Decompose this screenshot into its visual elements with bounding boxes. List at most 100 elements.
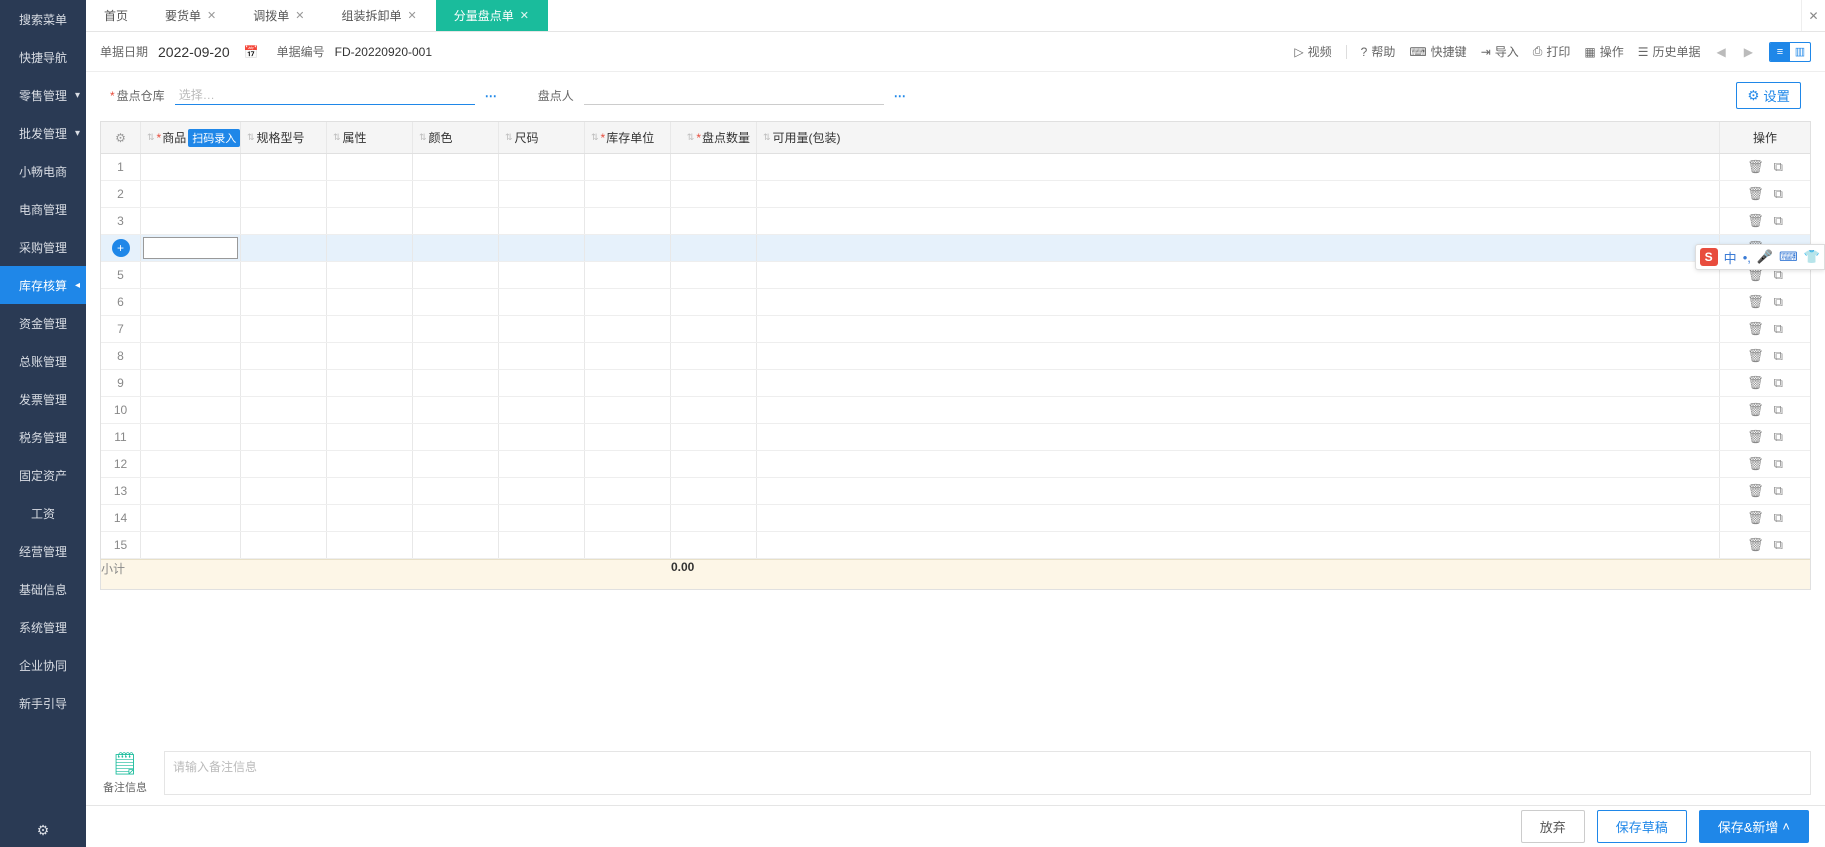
cell-c-avail[interactable]	[757, 370, 1720, 396]
ime-mic-icon[interactable]: 🎤	[1757, 249, 1773, 265]
cell-c-size[interactable]	[499, 154, 585, 180]
cell-c-unit[interactable]	[585, 343, 671, 369]
cell-c-attr[interactable]	[327, 424, 413, 450]
cell-c-spec[interactable]	[241, 235, 327, 261]
table-row[interactable]: 1🗑⧉	[101, 154, 1810, 181]
cell-c-size[interactable]	[499, 235, 585, 261]
cell-c-unit[interactable]	[585, 424, 671, 450]
cell-c-product[interactable]	[141, 208, 241, 234]
cell-c-qty[interactable]	[671, 289, 757, 315]
cell-c-qty[interactable]	[671, 343, 757, 369]
table-row[interactable]: 13🗑⧉	[101, 478, 1810, 505]
delete-row-icon[interactable]: 🗑	[1747, 159, 1764, 175]
cell-c-size[interactable]	[499, 424, 585, 450]
add-row-icon[interactable]: +	[112, 239, 130, 257]
cell-c-color[interactable]	[413, 343, 499, 369]
copy-row-icon[interactable]: ⧉	[1774, 429, 1783, 445]
cell-c-avail[interactable]	[757, 316, 1720, 342]
sidebar-item-assets[interactable]: 固定资产	[0, 456, 86, 494]
cell-c-spec[interactable]	[241, 397, 327, 423]
table-row[interactable]: 15🗑⧉	[101, 532, 1810, 559]
cell-c-unit[interactable]	[585, 289, 671, 315]
warehouse-lookup-icon[interactable]: ⋯	[485, 89, 498, 103]
cell-c-product[interactable]	[141, 289, 241, 315]
cell-c-qty[interactable]	[671, 235, 757, 261]
table-row[interactable]: 11🗑⧉	[101, 424, 1810, 451]
cell-c-qty[interactable]	[671, 451, 757, 477]
copy-row-icon[interactable]: ⧉	[1774, 510, 1783, 526]
cell-c-attr[interactable]	[327, 181, 413, 207]
cell-c-unit[interactable]	[585, 370, 671, 396]
save-draft-button[interactable]: 保存草稿	[1597, 810, 1687, 843]
cell-c-color[interactable]	[413, 235, 499, 261]
copy-row-icon[interactable]: ⧉	[1774, 294, 1783, 310]
close-icon[interactable]: ✕	[408, 9, 417, 22]
sidebar-item-retail[interactable]: 零售管理▾	[0, 76, 86, 114]
cell-c-product[interactable]	[141, 370, 241, 396]
toolbar-print[interactable]: ⎙打印	[1533, 43, 1571, 60]
cell-c-avail[interactable]	[757, 451, 1720, 477]
cell-c-unit[interactable]	[585, 181, 671, 207]
cell-c-spec[interactable]	[241, 478, 327, 504]
cell-c-spec[interactable]	[241, 154, 327, 180]
cell-c-size[interactable]	[499, 289, 585, 315]
cell-c-size[interactable]	[499, 343, 585, 369]
ime-toolbar[interactable]: S 中 •, 🎤 ⌨ 👕	[1695, 244, 1825, 270]
cell-c-qty[interactable]	[671, 532, 757, 558]
cell-c-product[interactable]	[141, 397, 241, 423]
cell-c-product[interactable]	[141, 343, 241, 369]
cell-c-spec[interactable]	[241, 208, 327, 234]
cell-c-attr[interactable]	[327, 370, 413, 396]
cell-c-color[interactable]	[413, 532, 499, 558]
sidebar-item-basicinfo[interactable]: 基础信息	[0, 570, 86, 608]
cell-c-product[interactable]	[141, 235, 241, 261]
cell-c-size[interactable]	[499, 532, 585, 558]
cell-c-color[interactable]	[413, 451, 499, 477]
ime-punct-icon[interactable]: •,	[1743, 250, 1751, 265]
delete-row-icon[interactable]: 🗑	[1747, 321, 1764, 337]
cell-c-attr[interactable]	[327, 316, 413, 342]
cell-c-color[interactable]	[413, 262, 499, 288]
table-row[interactable]: 6🗑⧉	[101, 289, 1810, 316]
cell-c-unit[interactable]	[585, 397, 671, 423]
cell-c-spec[interactable]	[241, 451, 327, 477]
sidebar-settings[interactable]: ⚙	[0, 814, 86, 847]
cell-c-avail[interactable]	[757, 208, 1720, 234]
cell-c-size[interactable]	[499, 208, 585, 234]
cell-c-avail[interactable]	[757, 532, 1720, 558]
tab-transfer[interactable]: 调拨单✕	[235, 0, 323, 31]
cell-c-qty[interactable]	[671, 478, 757, 504]
cell-c-avail[interactable]	[757, 289, 1720, 315]
table-row[interactable]: 7🗑⧉	[101, 316, 1810, 343]
toolbar-shortcut[interactable]: ⌨快捷键	[1409, 43, 1466, 60]
cell-c-attr[interactable]	[327, 289, 413, 315]
delete-row-icon[interactable]: 🗑	[1747, 348, 1764, 364]
save-new-button[interactable]: 保存&新增˄	[1699, 810, 1809, 843]
tabs-close-all[interactable]: ✕	[1801, 0, 1825, 31]
toolbar-history[interactable]: ☰历史单据	[1638, 43, 1701, 60]
cell-c-size[interactable]	[499, 505, 585, 531]
cell-c-attr[interactable]	[327, 532, 413, 558]
tab-home[interactable]: 首页	[86, 0, 147, 31]
cell-c-spec[interactable]	[241, 289, 327, 315]
sidebar-item-ledger[interactable]: 总账管理	[0, 342, 86, 380]
table-row[interactable]: 8🗑⧉	[101, 343, 1810, 370]
view-list-icon[interactable]: ≡	[1770, 43, 1790, 61]
cell-c-size[interactable]	[499, 451, 585, 477]
cell-c-spec[interactable]	[241, 181, 327, 207]
cell-c-size[interactable]	[499, 181, 585, 207]
cell-c-unit[interactable]	[585, 532, 671, 558]
table-row[interactable]: 10🗑⧉	[101, 397, 1810, 424]
cell-c-spec[interactable]	[241, 262, 327, 288]
copy-row-icon[interactable]: ⧉	[1774, 456, 1783, 472]
cell-c-attr[interactable]	[327, 343, 413, 369]
sidebar-item-ecommerce[interactable]: 电商管理	[0, 190, 86, 228]
col-avail[interactable]: ⇅可用量(包装)	[757, 122, 1720, 153]
view-toggle[interactable]: ≡ ▥	[1769, 42, 1811, 62]
col-size[interactable]: ⇅尺码	[499, 122, 585, 153]
cell-c-spec[interactable]	[241, 343, 327, 369]
delete-row-icon[interactable]: 🗑	[1747, 510, 1764, 526]
discard-button[interactable]: 放弃	[1521, 810, 1585, 843]
cell-c-unit[interactable]	[585, 262, 671, 288]
cell-c-color[interactable]	[413, 370, 499, 396]
